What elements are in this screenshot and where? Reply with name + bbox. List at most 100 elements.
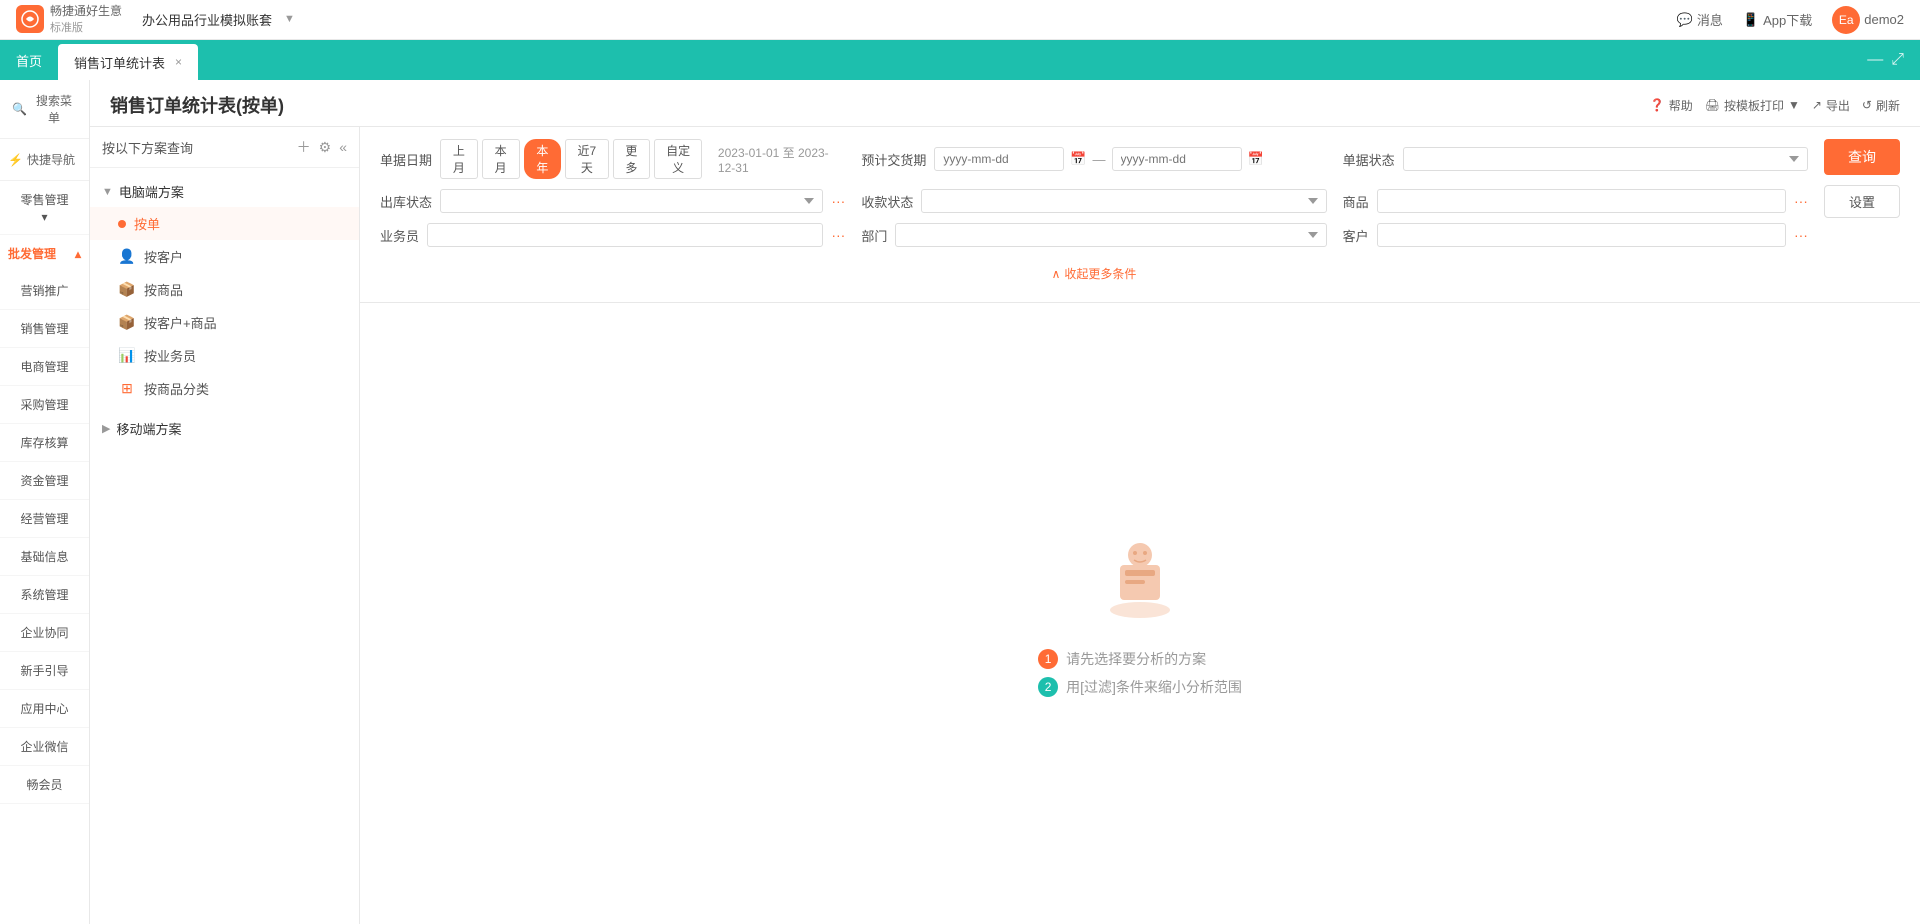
filter-row-1: 单据日期 上月 本月 本年 近7天 更多 自定义 xyxy=(380,139,1808,179)
filter-product-group: 商品 ··· xyxy=(1343,189,1808,213)
filter-status-group: 单据状态 xyxy=(1343,147,1808,171)
add-plan-icon[interactable]: ＋ xyxy=(297,137,311,157)
calendar-start-icon[interactable]: 📅 xyxy=(1070,151,1086,167)
date-shortcuts: 上月 本月 本年 近7天 更多 自定义 xyxy=(440,139,702,179)
sidebar-item-system[interactable]: 系统管理 xyxy=(0,576,89,614)
print-btn[interactable]: 🖨 按模板打印 ▼ xyxy=(1705,97,1800,114)
plan-item-by-customer-product[interactable]: 📦 按客户+商品 xyxy=(90,306,359,339)
filter-delivery-group: 出库状态 ··· xyxy=(380,189,845,213)
sidebar-item-purchase[interactable]: 采购管理 xyxy=(0,386,89,424)
tab-close-btn[interactable]: × xyxy=(175,55,182,69)
quick-nav-btn[interactable]: ⚡ 快捷导航 xyxy=(0,145,89,174)
filter-expected-date-group: 预计交货期 📅 — 📅 xyxy=(861,147,1326,171)
tab-home[interactable]: 首页 xyxy=(0,40,58,80)
salesman-more-icon[interactable]: ··· xyxy=(831,227,845,243)
filter-customer-group: 客户 ··· xyxy=(1343,223,1808,247)
avatar-initials: Ea xyxy=(1839,13,1854,27)
collapse-arrow-icon: ∧ xyxy=(1052,267,1061,281)
plan-item-by-customer[interactable]: 👤 按客户 xyxy=(90,240,359,273)
sidebar-item-sales[interactable]: 销售管理 xyxy=(0,310,89,348)
plan-item-by-category[interactable]: ⊞ 按商品分类 xyxy=(90,372,359,405)
content-area: 销售订单统计表(按单) ❓ 帮助 🖨 按模板打印 ▼ ↗ 导出 ↺ 刷新 xyxy=(90,80,1920,924)
refresh-btn[interactable]: ↺ 刷新 xyxy=(1862,97,1900,114)
salesman-input[interactable] xyxy=(427,223,823,247)
product-input[interactable] xyxy=(1377,189,1786,213)
mobile-scheme-label: 移动端方案 xyxy=(116,419,181,438)
top-bar-left: 畅捷通好生意 标准版 办公用品行业模拟账套 ▼ xyxy=(16,4,295,34)
sales-label: 销售管理 xyxy=(20,320,68,337)
payment-status-select[interactable] xyxy=(921,189,1326,213)
sidebar-item-wechat[interactable]: 企业微信 xyxy=(0,728,89,766)
customer-label: 客户 xyxy=(1343,226,1369,245)
sidebar-item-corp[interactable]: 企业协同 xyxy=(0,614,89,652)
expected-date-input-group: 📅 — 📅 xyxy=(934,147,1263,171)
app-download-label: App下载 xyxy=(1763,10,1812,29)
collapse-btn[interactable]: ∧ 收起更多条件 xyxy=(380,257,1808,290)
sidebar-item-member[interactable]: 畅会员 xyxy=(0,766,89,804)
date-last-month-btn[interactable]: 上月 xyxy=(440,139,478,179)
delivery-status-select[interactable] xyxy=(440,189,823,213)
sidebar-item-wholesale[interactable]: 批发管理 ▴ xyxy=(0,235,89,272)
sidebar-item-newbie[interactable]: 新手引导 xyxy=(0,652,89,690)
sidebar-item-retail[interactable]: 零售管理 ▾ xyxy=(0,181,89,235)
plan-item-by-order-label: 按单 xyxy=(134,214,160,233)
product-more-icon[interactable]: ··· xyxy=(1794,193,1808,209)
user-action[interactable]: Ea demo2 xyxy=(1832,6,1904,34)
sidebar-item-basic[interactable]: 基础信息 xyxy=(0,538,89,576)
tab-active[interactable]: 销售订单统计表 × xyxy=(58,44,198,80)
message-action[interactable]: 💬 消息 xyxy=(1677,10,1723,29)
date-this-year-btn[interactable]: 本年 xyxy=(524,139,562,179)
dept-select[interactable] xyxy=(895,223,1326,247)
sidebar-item-finance[interactable]: 资金管理 xyxy=(0,462,89,500)
app-title-dropdown[interactable]: ▼ xyxy=(284,13,295,25)
plan-section: ▼ 电脑端方案 按单 👤 按客户 📦 按商品 xyxy=(90,168,359,413)
tab-minimize-icon[interactable]: — xyxy=(1867,51,1883,69)
customer-input[interactable] xyxy=(1377,223,1786,247)
date-custom-btn[interactable]: 自定义 xyxy=(654,139,702,179)
settings-plan-icon[interactable]: ⚙ xyxy=(319,139,332,156)
mobile-scheme-group[interactable]: ▶ 移动端方案 xyxy=(90,413,359,444)
top-bar: 畅捷通好生意 标准版 办公用品行业模拟账套 ▼ 💬 消息 📱 App下载 Ea … xyxy=(0,0,1920,40)
calendar-end-icon[interactable]: 📅 xyxy=(1248,151,1264,167)
by-customer-product-icon: 📦 xyxy=(118,314,136,332)
by-category-icon: ⊞ xyxy=(118,380,136,398)
refresh-label: 刷新 xyxy=(1876,97,1900,114)
top-bar-right: 💬 消息 📱 App下载 Ea demo2 xyxy=(1677,6,1904,34)
setting-btn[interactable]: 设置 xyxy=(1824,185,1900,218)
marketing-label: 营销推广 xyxy=(20,282,68,299)
search-menu-btn[interactable]: 🔍 搜索菜单 xyxy=(8,88,81,130)
delivery-more-icon[interactable]: ··· xyxy=(831,193,845,209)
sidebar-item-marketing[interactable]: 营销推广 xyxy=(0,272,89,310)
plan-item-by-order[interactable]: 按单 xyxy=(90,207,359,240)
date-7days-btn[interactable]: 近7天 xyxy=(565,139,608,179)
tab-expand-icon[interactable]: ⤢ xyxy=(1891,51,1904,69)
expected-date-start-input[interactable] xyxy=(934,147,1064,171)
status-label: 单据状态 xyxy=(1343,150,1395,169)
sidebar-item-inventory[interactable]: 库存核算 xyxy=(0,424,89,462)
page-header: 销售订单统计表(按单) ❓ 帮助 🖨 按模板打印 ▼ ↗ 导出 ↺ 刷新 xyxy=(90,80,1920,127)
plan-item-by-product[interactable]: 📦 按商品 xyxy=(90,273,359,306)
filter-area: 单据日期 上月 本月 本年 近7天 更多 自定义 xyxy=(360,127,1920,303)
print-label: 按模板打印 xyxy=(1724,97,1784,114)
pc-scheme-group[interactable]: ▼ 电脑端方案 xyxy=(90,176,359,207)
date-this-month-btn[interactable]: 本月 xyxy=(482,139,520,179)
plan-item-by-category-label: 按商品分类 xyxy=(144,379,209,398)
customer-more-icon[interactable]: ··· xyxy=(1794,227,1808,243)
help-btn[interactable]: ❓ 帮助 xyxy=(1650,97,1693,114)
export-btn[interactable]: ↗ 导出 xyxy=(1812,97,1850,114)
empty-tips: 1 请先选择要分析的方案 2 用[过滤]条件来缩小分析范围 xyxy=(1038,649,1242,697)
avatar: Ea xyxy=(1832,6,1860,34)
app-download-action[interactable]: 📱 App下载 xyxy=(1743,10,1812,29)
wholesale-arrow-icon: ▴ xyxy=(75,247,81,261)
sidebar-item-operation[interactable]: 经营管理 xyxy=(0,500,89,538)
query-btn[interactable]: 查询 xyxy=(1824,139,1900,175)
filter-date-group: 单据日期 上月 本月 本年 近7天 更多 自定义 xyxy=(380,139,845,179)
sidebar-item-appcenter[interactable]: 应用中心 xyxy=(0,690,89,728)
refresh-icon: ↺ xyxy=(1862,98,1872,112)
plan-item-by-salesman[interactable]: 📊 按业务员 xyxy=(90,339,359,372)
status-select[interactable] xyxy=(1403,147,1808,171)
date-more-btn[interactable]: 更多 xyxy=(613,139,651,179)
collapse-panel-icon[interactable]: « xyxy=(339,139,347,155)
expected-date-end-input[interactable] xyxy=(1112,147,1242,171)
sidebar-item-ecommerce[interactable]: 电商管理 xyxy=(0,348,89,386)
